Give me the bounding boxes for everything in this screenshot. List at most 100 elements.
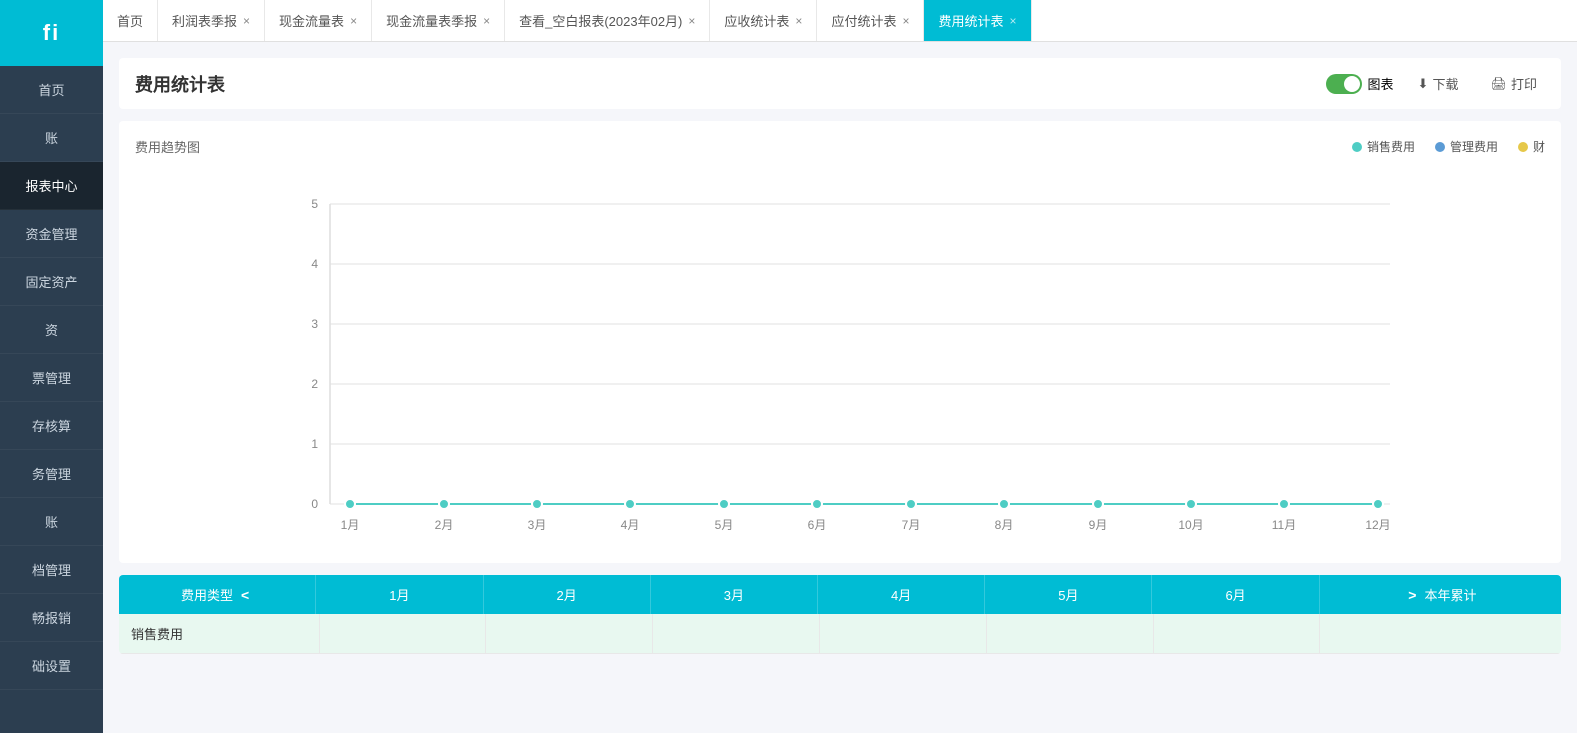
- legend-label-finance: 财: [1533, 138, 1545, 155]
- td-type-sales: 销售费用: [119, 614, 320, 653]
- tab-cash-flow-quarterly[interactable]: 现金流量表季报 ×: [372, 0, 505, 41]
- th-m6: 6月: [1152, 575, 1319, 614]
- td-m6-sales: [1154, 614, 1321, 653]
- tab-cash-flow-close[interactable]: ×: [350, 14, 357, 28]
- th-m5: 5月: [985, 575, 1152, 614]
- th-m3: 3月: [651, 575, 818, 614]
- th-m6-label: 6月: [1225, 585, 1245, 604]
- tab-accounts-receivable-close[interactable]: ×: [795, 14, 802, 28]
- tab-bar: 首页 利润表季报 × 现金流量表 × 现金流量表季报 × 查看_空白报表(202…: [103, 0, 1577, 42]
- sidebar-item-file-management[interactable]: 档管理: [0, 546, 103, 594]
- th-m2-label: 2月: [557, 585, 577, 604]
- sidebar-item-fixed-assets[interactable]: 固定资产: [0, 258, 103, 306]
- content-area: 费用统计表 图表 ⬇ 下载 🖨 打印 费用趋势图: [103, 42, 1577, 733]
- sidebar-item-account[interactable]: 账: [0, 114, 103, 162]
- legend-dot-admin: [1435, 142, 1445, 152]
- th-m3-label: 3月: [724, 585, 744, 604]
- sidebar-item-inventory[interactable]: 存核算: [0, 402, 103, 450]
- tab-blank-report-close[interactable]: ×: [688, 14, 695, 28]
- sidebar-item-basic-settings[interactable]: 础设置: [0, 642, 103, 690]
- tab-accounts-receivable-label: 应收统计表: [724, 11, 789, 30]
- download-button[interactable]: ⬇ 下载: [1410, 70, 1467, 97]
- svg-text:1: 1: [311, 437, 318, 451]
- sidebar-item-home[interactable]: 首页: [0, 66, 103, 114]
- tab-blank-report[interactable]: 查看_空白报表(2023年02月) ×: [505, 0, 710, 41]
- tab-expense-stats[interactable]: 费用统计表 ×: [924, 0, 1031, 41]
- sidebar-item-business-management[interactable]: 务管理: [0, 450, 103, 498]
- td-m5-sales: [987, 614, 1154, 653]
- td-m1-sales: [320, 614, 487, 653]
- tab-accounts-payable[interactable]: 应付统计表 ×: [817, 0, 924, 41]
- legend-item-finance: 财: [1518, 138, 1545, 155]
- legend-label-sales: 销售费用: [1367, 138, 1415, 155]
- prev-month-button[interactable]: <: [237, 587, 253, 603]
- svg-text:12月: 12月: [1365, 518, 1390, 532]
- svg-text:4: 4: [311, 257, 318, 271]
- tab-accounts-payable-close[interactable]: ×: [902, 14, 909, 28]
- th-m4: 4月: [818, 575, 985, 614]
- expense-table: 费用类型 < 1月 2月 3月 4月 5月: [119, 575, 1561, 654]
- th-m1: 1月: [316, 575, 483, 614]
- chart-panel: 费用趋势图 销售费用 管理费用 财: [119, 121, 1561, 563]
- svg-text:6月: 6月: [808, 518, 827, 532]
- svg-text:2: 2: [311, 377, 318, 391]
- tab-cash-flow-label: 现金流量表: [279, 11, 344, 30]
- svg-text:2月: 2月: [435, 518, 454, 532]
- td-year-total-sales: [1320, 614, 1561, 653]
- print-icon: 🖨: [1490, 76, 1507, 92]
- svg-text:8月: 8月: [995, 518, 1014, 532]
- legend-dot-finance: [1518, 142, 1528, 152]
- header-actions: 图表 ⬇ 下载 🖨 打印: [1326, 70, 1545, 97]
- tab-profit-quarterly-label: 利润表季报: [172, 11, 237, 30]
- trend-chart: 0 1 2 3 4 5: [135, 164, 1545, 544]
- td-m4-sales: [820, 614, 987, 653]
- tab-expense-stats-label: 费用统计表: [938, 11, 1003, 30]
- th-type-label: 费用类型: [181, 585, 233, 604]
- legend-item-sales: 销售费用: [1352, 138, 1415, 155]
- th-m5-label: 5月: [1058, 585, 1078, 604]
- th-year-total-label: 本年累计: [1424, 585, 1476, 604]
- page-header: 费用统计表 图表 ⬇ 下载 🖨 打印: [119, 58, 1561, 109]
- tab-cash-flow-quarterly-label: 现金流量表季报: [386, 11, 477, 30]
- svg-text:11月: 11月: [1272, 518, 1296, 532]
- next-month-button[interactable]: >: [1404, 587, 1420, 603]
- sidebar: fi 首页 账 报表中心 资金管理 固定资产 资 票管理 存核算 务管理 账 档…: [0, 0, 103, 733]
- chart-legend: 销售费用 管理费用 财: [1352, 138, 1545, 155]
- sidebar-item-invoice-management[interactable]: 票管理: [0, 354, 103, 402]
- sidebar-item-fund-management[interactable]: 资金管理: [0, 210, 103, 258]
- tab-cash-flow[interactable]: 现金流量表 ×: [265, 0, 372, 41]
- tab-accounts-payable-label: 应付统计表: [831, 11, 896, 30]
- chart-title: 费用趋势图: [135, 137, 200, 156]
- sidebar-item-report-center[interactable]: 报表中心: [0, 162, 103, 210]
- sidebar-item-accounts[interactable]: 账: [0, 498, 103, 546]
- svg-text:5月: 5月: [715, 518, 734, 532]
- print-button[interactable]: 🖨 打印: [1482, 70, 1545, 97]
- chart-toggle[interactable]: [1326, 74, 1362, 94]
- th-type: 费用类型 <: [119, 575, 316, 614]
- tab-blank-report-label: 查看_空白报表(2023年02月): [519, 11, 682, 30]
- legend-dot-sales: [1352, 142, 1362, 152]
- legend-label-admin: 管理费用: [1450, 138, 1498, 155]
- chart-header: 费用趋势图 销售费用 管理费用 财: [135, 137, 1545, 156]
- page-title: 费用统计表: [135, 71, 225, 97]
- tab-cash-flow-quarterly-close[interactable]: ×: [483, 14, 490, 28]
- svg-text:0: 0: [311, 497, 318, 511]
- tab-home-label: 首页: [117, 11, 143, 30]
- th-m4-label: 4月: [891, 585, 911, 604]
- svg-text:3月: 3月: [528, 518, 547, 532]
- td-m2-sales: [486, 614, 653, 653]
- sidebar-item-capital[interactable]: 资: [0, 306, 103, 354]
- svg-text:4月: 4月: [621, 518, 640, 532]
- tab-accounts-receivable[interactable]: 应收统计表 ×: [710, 0, 817, 41]
- chart-toggle-wrap: 图表: [1326, 74, 1394, 94]
- chart-svg-wrap: 0 1 2 3 4 5: [135, 164, 1545, 547]
- tab-profit-quarterly[interactable]: 利润表季报 ×: [158, 0, 265, 41]
- tab-profit-quarterly-close[interactable]: ×: [243, 14, 250, 28]
- svg-text:3: 3: [311, 317, 318, 331]
- tab-home[interactable]: 首页: [103, 0, 158, 41]
- download-label: 下载: [1432, 74, 1458, 93]
- tab-expense-stats-close[interactable]: ×: [1009, 14, 1016, 28]
- sidebar-item-expense-write-off[interactable]: 畅报销: [0, 594, 103, 642]
- chart-toggle-label: 图表: [1368, 74, 1394, 93]
- th-m1-label: 1月: [389, 585, 409, 604]
